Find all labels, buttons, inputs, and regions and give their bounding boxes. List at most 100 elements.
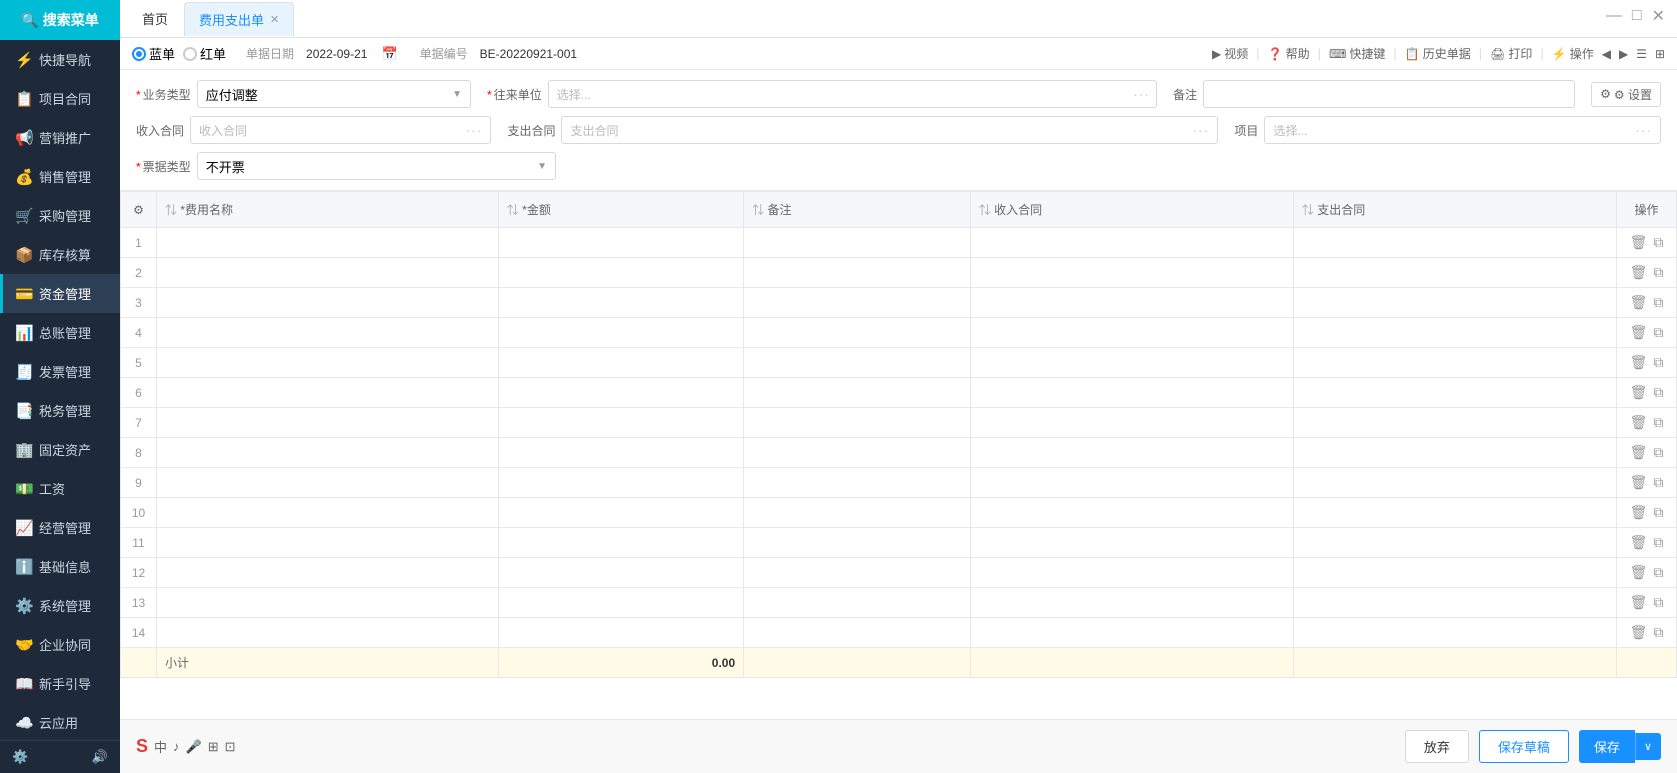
expense-contract-cell[interactable] [1293, 378, 1616, 408]
sidebar-item-system[interactable]: ⚙️ 系统管理 [0, 586, 120, 625]
expense-name-cell[interactable] [157, 618, 499, 648]
sidebar-item-inventory[interactable]: 📦 库存核算 [0, 235, 120, 274]
tab-home[interactable]: 首页 [128, 2, 182, 36]
sidebar-item-fixed-asset[interactable]: 🏢 固定资产 [0, 430, 120, 469]
copy-icon[interactable]: ⧉ [1653, 594, 1663, 611]
view-list-button[interactable]: ☰ [1636, 47, 1647, 61]
delete-icon[interactable]: 🗑 [1630, 294, 1648, 311]
amount-cell[interactable] [498, 588, 743, 618]
sidebar-item-newbie[interactable]: 📖 新手引导 [0, 664, 120, 703]
maximize-button[interactable]: □ [1628, 5, 1646, 27]
footer-table-icon[interactable]: ⊡ [225, 739, 236, 755]
radio-blue[interactable]: 蓝单 [132, 44, 175, 63]
expense-name-cell[interactable] [157, 348, 499, 378]
amount-cell[interactable] [498, 468, 743, 498]
amount-cell[interactable] [498, 618, 743, 648]
amount-cell[interactable] [498, 558, 743, 588]
income-contract-cell[interactable] [970, 228, 1293, 258]
delete-icon[interactable]: 🗑 [1630, 534, 1648, 551]
expense-contract-cell[interactable] [1293, 348, 1616, 378]
expense-name-cell[interactable] [157, 408, 499, 438]
sidebar-item-operation[interactable]: 📈 经营管理 [0, 508, 120, 547]
sidebar-sound-icon[interactable]: 🔊 [92, 749, 108, 765]
expense-contract-cell[interactable] [1293, 528, 1616, 558]
income-contract-cell[interactable] [970, 558, 1293, 588]
sidebar-item-quick-nav[interactable]: ⚡ 快捷导航 [0, 40, 120, 79]
delete-icon[interactable]: 🗑 [1630, 414, 1648, 431]
expense-contract-cell[interactable] [1293, 468, 1616, 498]
expense-contract-cell[interactable] [1293, 288, 1616, 318]
expense-name-cell[interactable] [157, 318, 499, 348]
save-draft-button[interactable]: 保存草稿 [1479, 730, 1569, 763]
sidebar-settings-icon[interactable]: ⚙️ [12, 749, 28, 765]
number-value[interactable]: BE-20220921-001 [480, 47, 577, 61]
amount-cell[interactable] [498, 348, 743, 378]
expense-contract-sort-icon[interactable]: ⇅ [1302, 203, 1314, 217]
note-cell[interactable] [744, 288, 971, 318]
business-type-select[interactable]: 应付调整 ▼ [197, 80, 471, 108]
income-contract-cell[interactable] [970, 498, 1293, 528]
expense-name-cell[interactable] [157, 588, 499, 618]
note-cell[interactable] [744, 318, 971, 348]
amount-sort-icon[interactable]: ⇅ [507, 203, 519, 217]
close-button[interactable]: ✕ [1648, 4, 1669, 28]
partner-dots-icon[interactable]: ··· [1133, 86, 1150, 102]
income-contract-cell[interactable] [970, 348, 1293, 378]
expense-contract-cell[interactable] [1293, 498, 1616, 528]
income-contract-cell[interactable] [970, 378, 1293, 408]
expense-name-cell[interactable] [157, 258, 499, 288]
sidebar-item-invoice[interactable]: 🧾 发票管理 [0, 352, 120, 391]
copy-icon[interactable]: ⧉ [1653, 354, 1663, 371]
nav-next-button[interactable]: ▶ [1619, 47, 1628, 61]
income-contract-cell[interactable] [970, 408, 1293, 438]
shortcut-button[interactable]: ⌨ 快捷键 [1329, 45, 1385, 62]
footer-mic-icon[interactable]: 🎤 [186, 739, 202, 755]
history-button[interactable]: 📋 历史单据 [1405, 45, 1471, 62]
expense-name-cell[interactable] [157, 228, 499, 258]
income-contract-cell[interactable] [970, 438, 1293, 468]
project-input[interactable]: 选择... ··· [1264, 116, 1661, 144]
settings-button[interactable]: ⚙ ⚙ 设置 [1591, 82, 1661, 107]
note-cell[interactable] [744, 438, 971, 468]
note-cell[interactable] [744, 258, 971, 288]
delete-icon[interactable]: 🗑 [1630, 384, 1648, 401]
view-grid-button[interactable]: ⊞ [1655, 47, 1665, 61]
amount-cell[interactable] [498, 228, 743, 258]
sidebar-item-capital[interactable]: 💳 资金管理 [0, 274, 120, 313]
video-button[interactable]: ▶ 视频 [1212, 45, 1248, 62]
expense-contract-cell[interactable] [1293, 258, 1616, 288]
action-button[interactable]: ⚡ 操作 [1552, 45, 1594, 62]
copy-icon[interactable]: ⧉ [1653, 324, 1663, 341]
income-contract-sort-icon[interactable]: ⇅ [979, 203, 991, 217]
note-cell[interactable] [744, 558, 971, 588]
delete-icon[interactable]: 🗑 [1630, 354, 1648, 371]
delete-icon[interactable]: 🗑 [1630, 624, 1648, 641]
note-sort-icon[interactable]: ⇅ [752, 203, 764, 217]
sidebar-item-enterprise[interactable]: 🤝 企业协同 [0, 625, 120, 664]
sidebar-item-accounting[interactable]: 📊 总账管理 [0, 313, 120, 352]
copy-icon[interactable]: ⧉ [1653, 294, 1663, 311]
note-cell[interactable] [744, 498, 971, 528]
expense-contract-cell[interactable] [1293, 318, 1616, 348]
delete-icon[interactable]: 🗑 [1630, 264, 1648, 281]
sidebar-item-salary[interactable]: 💵 工资 [0, 469, 120, 508]
invoice-type-select[interactable]: 不开票 ▼ [197, 152, 556, 180]
tab-expense-form[interactable]: 费用支出单 ✕ [184, 2, 294, 36]
sidebar-item-basic-info[interactable]: ℹ️ 基础信息 [0, 547, 120, 586]
income-contract-cell[interactable] [970, 528, 1293, 558]
expense-contract-cell[interactable] [1293, 438, 1616, 468]
expense-contract-cell[interactable] [1293, 588, 1616, 618]
income-contract-input[interactable]: 收入合同 ··· [190, 116, 491, 144]
partner-input[interactable]: 选择... ··· [548, 80, 1157, 108]
footer-chinese-icon[interactable]: 中 [154, 737, 167, 756]
discard-button[interactable]: 放弃 [1405, 730, 1469, 763]
income-contract-cell[interactable] [970, 468, 1293, 498]
copy-icon[interactable]: ⧉ [1653, 504, 1663, 521]
sidebar-header[interactable]: 🔍 搜索菜单 [0, 0, 120, 40]
amount-cell[interactable] [498, 528, 743, 558]
note-cell[interactable] [744, 588, 971, 618]
copy-icon[interactable]: ⧉ [1653, 534, 1663, 551]
date-value[interactable]: 2022-09-21 [306, 47, 367, 61]
footer-music-icon[interactable]: ♪ [173, 739, 180, 754]
sidebar-item-cloud-app[interactable]: ☁️ 云应用 [0, 703, 120, 740]
